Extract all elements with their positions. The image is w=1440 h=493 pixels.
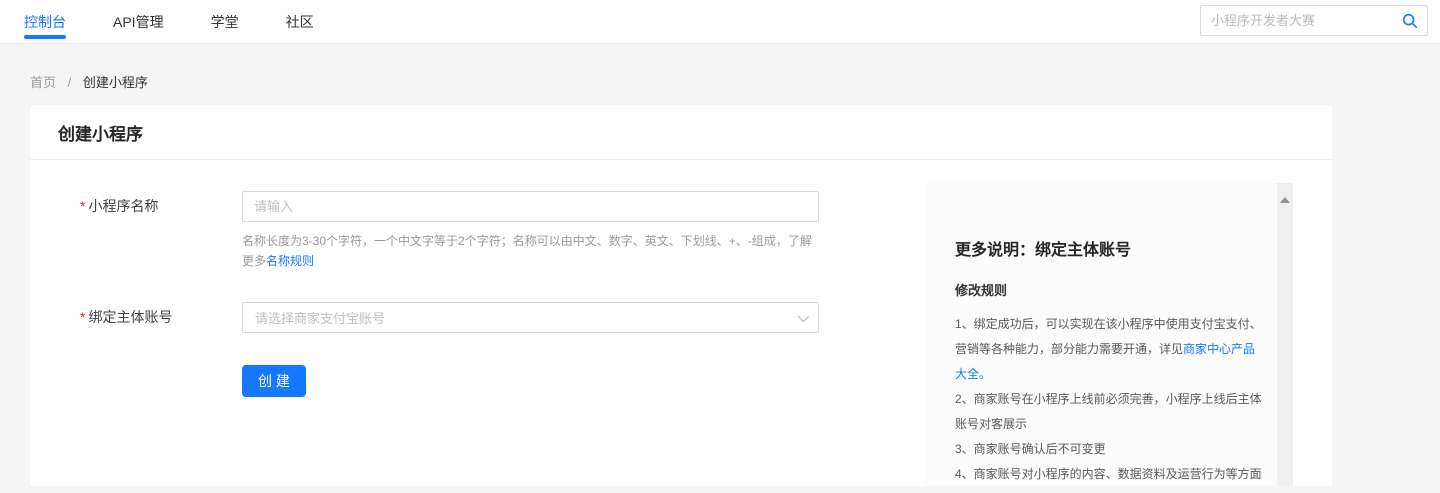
- info-panel-subtitle: 修改规则: [955, 283, 1008, 298]
- tab-community[interactable]: 社区: [286, 0, 314, 43]
- rule-item-2: 2、商家账号在小程序上线前必须完善，小程序上线后主体账号对客展示: [955, 392, 1262, 431]
- name-field-label-text: 小程序名称: [88, 198, 159, 214]
- breadcrumb-separator: /: [67, 75, 72, 90]
- account-field-label: * 绑定主体账号: [80, 302, 242, 333]
- create-button[interactable]: 创 建: [242, 365, 306, 397]
- account-field-label-text: 绑定主体账号: [88, 309, 173, 325]
- rule-item-1: 1、绑定成功后，可以实现在该小程序中使用支付宝支付、营销等各种能力，部分能力需要…: [955, 312, 1267, 387]
- tab-school[interactable]: 学堂: [211, 0, 239, 43]
- name-help-text-body: 名称长度为3-30个字符，一个中文字等于2个字符；名称可以由中文、数字、英文、下…: [242, 234, 812, 268]
- info-panel-title: 更多说明：绑定主体账号: [955, 242, 1132, 259]
- name-field-label: * 小程序名称: [80, 191, 242, 222]
- name-rules-link[interactable]: 名称规则: [266, 254, 314, 268]
- rule-item-4: 4、商家账号对小程序的内容、数据资料及运营行为等方面的真实性、合法性及有效性承担…: [955, 467, 1262, 481]
- info-panel-content: 更多说明：绑定主体账号 修改规则 1、绑定成功后，可以实现在该小程序中使用支付宝…: [925, 183, 1293, 486]
- merchant-account-select-placeholder: 请选择商家支付宝账号: [255, 311, 386, 326]
- top-nav-bar: 控制台 API管理 学堂 社区: [0, 0, 1440, 44]
- breadcrumb-current: 创建小程序: [82, 75, 148, 90]
- search-input[interactable]: [1211, 13, 1401, 28]
- search-icon[interactable]: [1401, 12, 1419, 30]
- create-miniprogram-card: 创建小程序 *小程序名称 名称长度为3-30个字符，一个中文字等于2个字符；名称…: [30, 105, 1332, 486]
- tab-api-management[interactable]: API管理: [113, 0, 164, 43]
- scroll-up-arrow-icon[interactable]: [1280, 197, 1290, 203]
- name-help-text: 名称长度为3-30个字符，一个中文字等于2个字符；名称可以由中文、数字、英文、下…: [242, 231, 819, 271]
- required-mark: *: [80, 198, 86, 214]
- card-header: 创建小程序: [30, 105, 1332, 160]
- tab-school-label: 学堂: [210, 13, 239, 30]
- tab-community-label: 社区: [285, 13, 314, 30]
- miniprogram-name-input[interactable]: [242, 191, 819, 222]
- required-mark: *: [80, 309, 86, 325]
- rule-1-period: 。: [979, 367, 992, 381]
- tab-console[interactable]: 控制台: [24, 0, 66, 43]
- page-title: 创建小程序: [58, 124, 143, 144]
- search-box[interactable]: [1200, 5, 1428, 36]
- merchant-account-select[interactable]: 请选择商家支付宝账号: [242, 302, 819, 333]
- tab-api-management-label: API管理: [113, 13, 164, 30]
- chevron-down-icon: [797, 310, 810, 322]
- tab-console-label: 控制台: [24, 13, 66, 30]
- breadcrumb-home-link[interactable]: 首页: [30, 75, 56, 90]
- rule-item-3: 3、商家账号确认后不可变更: [955, 442, 1106, 456]
- panel-scrollbar[interactable]: [1277, 183, 1293, 486]
- info-panel: 更多说明：绑定主体账号 修改规则 1、绑定成功后，可以实现在该小程序中使用支付宝…: [925, 183, 1293, 486]
- breadcrumb: 首页 / 创建小程序: [0, 44, 1440, 105]
